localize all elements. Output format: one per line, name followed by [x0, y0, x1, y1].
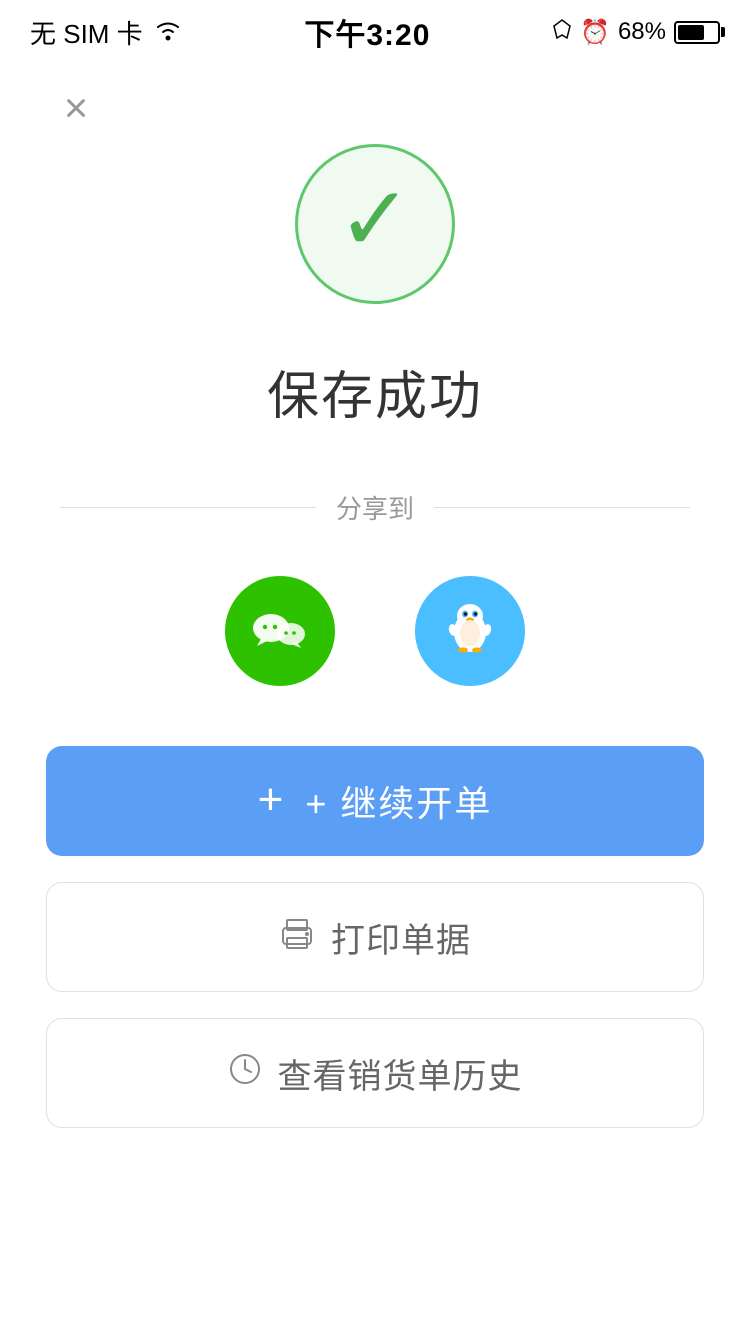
history-button[interactable]: 查看销货单历史 — [46, 1018, 704, 1128]
success-title: 保存成功 — [267, 354, 483, 429]
close-icon: × — [64, 87, 89, 129]
close-button[interactable]: × — [48, 80, 104, 136]
continue-label: + 继续开单 — [305, 775, 492, 827]
qq-share-button[interactable] — [415, 576, 525, 686]
share-divider-row: 分享到 — [0, 489, 750, 526]
wechat-share-button[interactable] — [225, 576, 335, 686]
action-buttons: + + 继续开单 打印单据 查看销货单历 — [0, 746, 750, 1128]
share-label: 分享到 — [316, 489, 434, 526]
success-circle: ✓ — [295, 144, 455, 304]
share-line-left — [60, 507, 316, 508]
history-icon — [228, 1052, 262, 1095]
share-section: 分享到 — [0, 489, 750, 686]
checkmark-icon: ✓ — [337, 175, 412, 265]
status-left: 无 SIM 卡 — [30, 14, 183, 51]
plus-icon: + — [258, 778, 286, 822]
status-time: 下午3:20 — [304, 10, 430, 54]
print-label: 打印单据 — [331, 913, 471, 962]
sim-label: 无 SIM 卡 — [30, 14, 143, 51]
wechat-icon — [245, 596, 315, 666]
wifi-icon — [153, 17, 183, 48]
print-icon — [279, 916, 315, 959]
share-icons-row — [225, 576, 525, 686]
status-bar: 无 SIM 卡 下午3:20 ⏰ 68% — [0, 0, 750, 64]
main-content: ✓ 保存成功 分享到 — [0, 64, 750, 1128]
print-button[interactable]: 打印单据 — [46, 882, 704, 992]
continue-button[interactable]: + + 继续开单 — [46, 746, 704, 856]
location-icon — [552, 18, 572, 47]
history-label: 查看销货单历史 — [278, 1049, 523, 1098]
share-line-right — [434, 507, 690, 508]
qq-icon — [439, 600, 501, 662]
battery-icon — [674, 21, 720, 44]
status-right: ⏰ 68% — [552, 18, 720, 47]
alarm-icon: ⏰ — [580, 18, 610, 47]
battery-percent: 68% — [618, 18, 666, 46]
